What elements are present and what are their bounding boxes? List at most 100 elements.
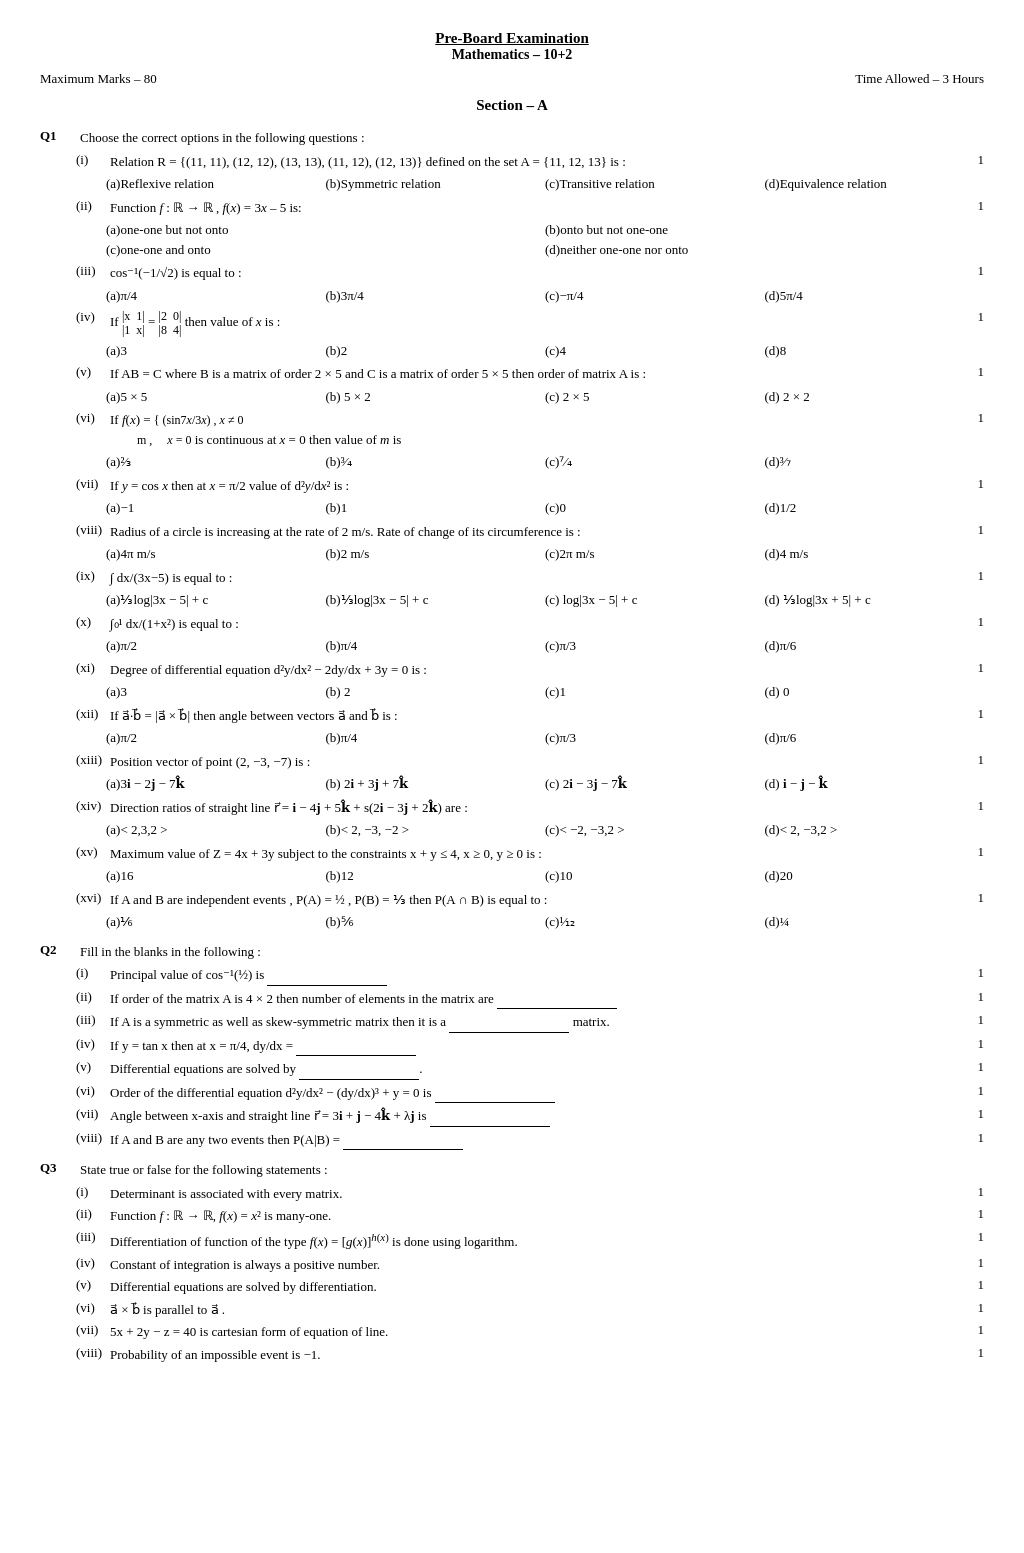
q1-viii-opt-a: (a)4π m/s [106, 544, 326, 564]
q1-viii-opt-d: (d)4 m/s [765, 544, 985, 564]
q3-ii-text: Function f : ℝ → ℝ, f(x) = x² is many-on… [110, 1206, 962, 1226]
q2-vi-text: Order of the differential equation d²y/d… [110, 1083, 962, 1104]
q3-iv-marks: 1 [966, 1255, 984, 1271]
q2-part-iii: (iii) If A is a symmetric as well as ske… [76, 1012, 984, 1033]
q1-part-xv: (xv) Maximum value of Z = 4x + 3y subjec… [76, 844, 984, 864]
q2-part-ii: (ii) If order of the matrix A is 4 × 2 t… [76, 989, 984, 1010]
q1-ix-opt-a: (a)⅓log|3x − 5| + c [106, 590, 326, 610]
q2-i-blank [267, 965, 387, 986]
q3-vii-num: (vii) [76, 1322, 106, 1338]
q2-v-marks: 1 [966, 1059, 984, 1075]
q1-xvi-opt-d: (d)¼ [765, 912, 985, 932]
q3-part-ii: (ii) Function f : ℝ → ℝ, f(x) = x² is ma… [76, 1206, 984, 1226]
q1-vii-marks: 1 [966, 476, 984, 492]
q3-vi-marks: 1 [966, 1300, 984, 1316]
q1-i-text: Relation R = {(11, 11), (12, 12), (13, 1… [110, 152, 962, 172]
q2-part-vii: (vii) Angle between x-axis and straight … [76, 1106, 984, 1127]
q1-xiv-opt-b: (b)< 2, −3, −2 > [326, 820, 546, 840]
q3-iii-text: Differentiation of function of the type … [110, 1229, 962, 1252]
q1-vi-marks: 1 [966, 410, 984, 426]
q1-xv-marks: 1 [966, 844, 984, 860]
q1-iv-opt-a: (a)3 [106, 341, 326, 361]
q1-xii-opt-b: (b)π/4 [326, 728, 546, 748]
q3-vi-num: (vi) [76, 1300, 106, 1316]
q1-x-marks: 1 [966, 614, 984, 630]
q1-vii-opt-b: (b)1 [326, 498, 546, 518]
q1-i-opt-a: (a)Reflexive relation [106, 174, 326, 194]
q1-xii-marks: 1 [966, 706, 984, 722]
q2-iv-blank [296, 1036, 416, 1057]
q1-part-xiv: (xiv) Direction ratios of straight line … [76, 798, 984, 818]
q3-i-num: (i) [76, 1184, 106, 1200]
q1-xi-options: (a)3 (b) 2 (c)1 (d) 0 [106, 682, 984, 702]
q2-vii-num: (vii) [76, 1106, 106, 1122]
q1-part-iv: (iv) If |x 1||1 x| = |2 0||8 4| then val… [76, 309, 984, 338]
q1-part-xiii: (xiii) Position vector of point (2, −3, … [76, 752, 984, 772]
q1-part-viii: (viii) Radius of a circle is increasing … [76, 522, 984, 542]
meta-row: Maximum Marks – 80 Time Allowed – 3 Hour… [40, 71, 984, 87]
q1-vii-opt-a: (a)−1 [106, 498, 326, 518]
q1-iii-options: (a)π/4 (b)3π/4 (c)−π/4 (d)5π/4 [106, 286, 984, 306]
q1-xiv-opt-c: (c)< −2, −3,2 > [545, 820, 765, 840]
q1-part-xvi: (xvi) If A and B are independent events … [76, 890, 984, 910]
q1-xiii-opt-c: (c) 2i − 3j − 7k̂ [545, 774, 765, 794]
q2-viii-marks: 1 [966, 1130, 984, 1146]
q1-ii-options: (a)one-one but not onto (b)onto but not … [106, 220, 984, 259]
q1-iv-num: (iv) [76, 309, 106, 325]
q2-vii-text: Angle between x-axis and straight line r… [110, 1106, 962, 1127]
q1-viii-text: Radius of a circle is increasing at the … [110, 522, 962, 542]
q1-ix-opt-b: (b)⅓log|3x − 5| + c [326, 590, 546, 610]
q1-xv-options: (a)16 (b)12 (c)10 (d)20 [106, 866, 984, 886]
q2-header-row: Q2 Fill in the blanks in the following : [40, 942, 984, 962]
exam-subtitle: Mathematics – 10+2 [40, 47, 984, 63]
question-1: Q1 Choose the correct options in the fol… [40, 128, 984, 932]
q3-part-vii: (vii) 5x + 2y − z = 40 is cartesian form… [76, 1322, 984, 1342]
q1-vii-options: (a)−1 (b)1 (c)0 (d)1/2 [106, 498, 984, 518]
q1-ix-marks: 1 [966, 568, 984, 584]
q1-x-opt-d: (d)π/6 [765, 636, 985, 656]
q1-xvi-opt-b: (b)⅚ [326, 912, 546, 932]
q1-part-iii: (iii) cos⁻¹(−1/√2) is equal to : 1 [76, 263, 984, 283]
q1-xv-num: (xv) [76, 844, 106, 860]
q1-xi-opt-d: (d) 0 [765, 682, 985, 702]
q1-xv-opt-c: (c)10 [545, 866, 765, 886]
q1-vii-num: (vii) [76, 476, 106, 492]
q1-x-num: (x) [76, 614, 106, 630]
q1-xiii-opt-d: (d) i − j − k̂ [765, 774, 985, 794]
q3-iii-marks: 1 [966, 1229, 984, 1245]
q1-part-ii: (ii) Function f : ℝ → ℝ , f(x) = 3x – 5 … [76, 198, 984, 218]
q2-iv-marks: 1 [966, 1036, 984, 1052]
q1-v-opt-b: (b) 5 × 2 [326, 387, 546, 407]
q2-i-num: (i) [76, 965, 106, 981]
q1-vii-opt-d: (d)1/2 [765, 498, 985, 518]
q1-viii-options: (a)4π m/s (b)2 m/s (c)2π m/s (d)4 m/s [106, 544, 984, 564]
q1-ix-text: ∫ dx/(3x−5) is equal to : [110, 568, 962, 588]
q1-x-opt-c: (c)π/3 [545, 636, 765, 656]
q1-i-opt-c: (c)Transitive relation [545, 174, 765, 194]
q3-number: Q3 [40, 1160, 76, 1176]
q1-ii-opt-d: (d)neither one-one nor onto [545, 240, 984, 260]
q1-xv-opt-d: (d)20 [765, 866, 985, 886]
q1-ii-opt-a: (a)one-one but not onto [106, 220, 545, 240]
q1-xiii-opt-b: (b) 2i + 3j + 7k̂ [326, 774, 546, 794]
q1-xvi-marks: 1 [966, 890, 984, 906]
q2-viii-num: (viii) [76, 1130, 106, 1146]
q2-part-v: (v) Differential equations are solved by… [76, 1059, 984, 1080]
q2-vi-num: (vi) [76, 1083, 106, 1099]
q1-iv-options: (a)3 (b)2 (c)4 (d)8 [106, 341, 984, 361]
q1-xiv-num: (xiv) [76, 798, 106, 814]
q1-xiv-text: Direction ratios of straight line r⃗ = i… [110, 798, 962, 818]
q1-iii-opt-c: (c)−π/4 [545, 286, 765, 306]
q1-ii-opts-row2: (c)one-one and onto (d)neither one-one n… [106, 240, 984, 260]
q1-xi-opt-b: (b) 2 [326, 682, 546, 702]
q2-v-num: (v) [76, 1059, 106, 1075]
q3-v-num: (v) [76, 1277, 106, 1293]
q1-ix-opt-d: (d) ⅓log|3x + 5| + c [765, 590, 985, 610]
q1-v-options: (a)5 × 5 (b) 5 × 2 (c) 2 × 5 (d) 2 × 2 [106, 387, 984, 407]
q1-ix-num: (ix) [76, 568, 106, 584]
q2-part-iv: (iv) If y = tan x then at x = π/4, dy/dx… [76, 1036, 984, 1057]
q3-v-marks: 1 [966, 1277, 984, 1293]
q1-viii-opt-c: (c)2π m/s [545, 544, 765, 564]
q1-xiii-marks: 1 [966, 752, 984, 768]
q2-part-viii: (viii) If A and B are any two events the… [76, 1130, 984, 1151]
